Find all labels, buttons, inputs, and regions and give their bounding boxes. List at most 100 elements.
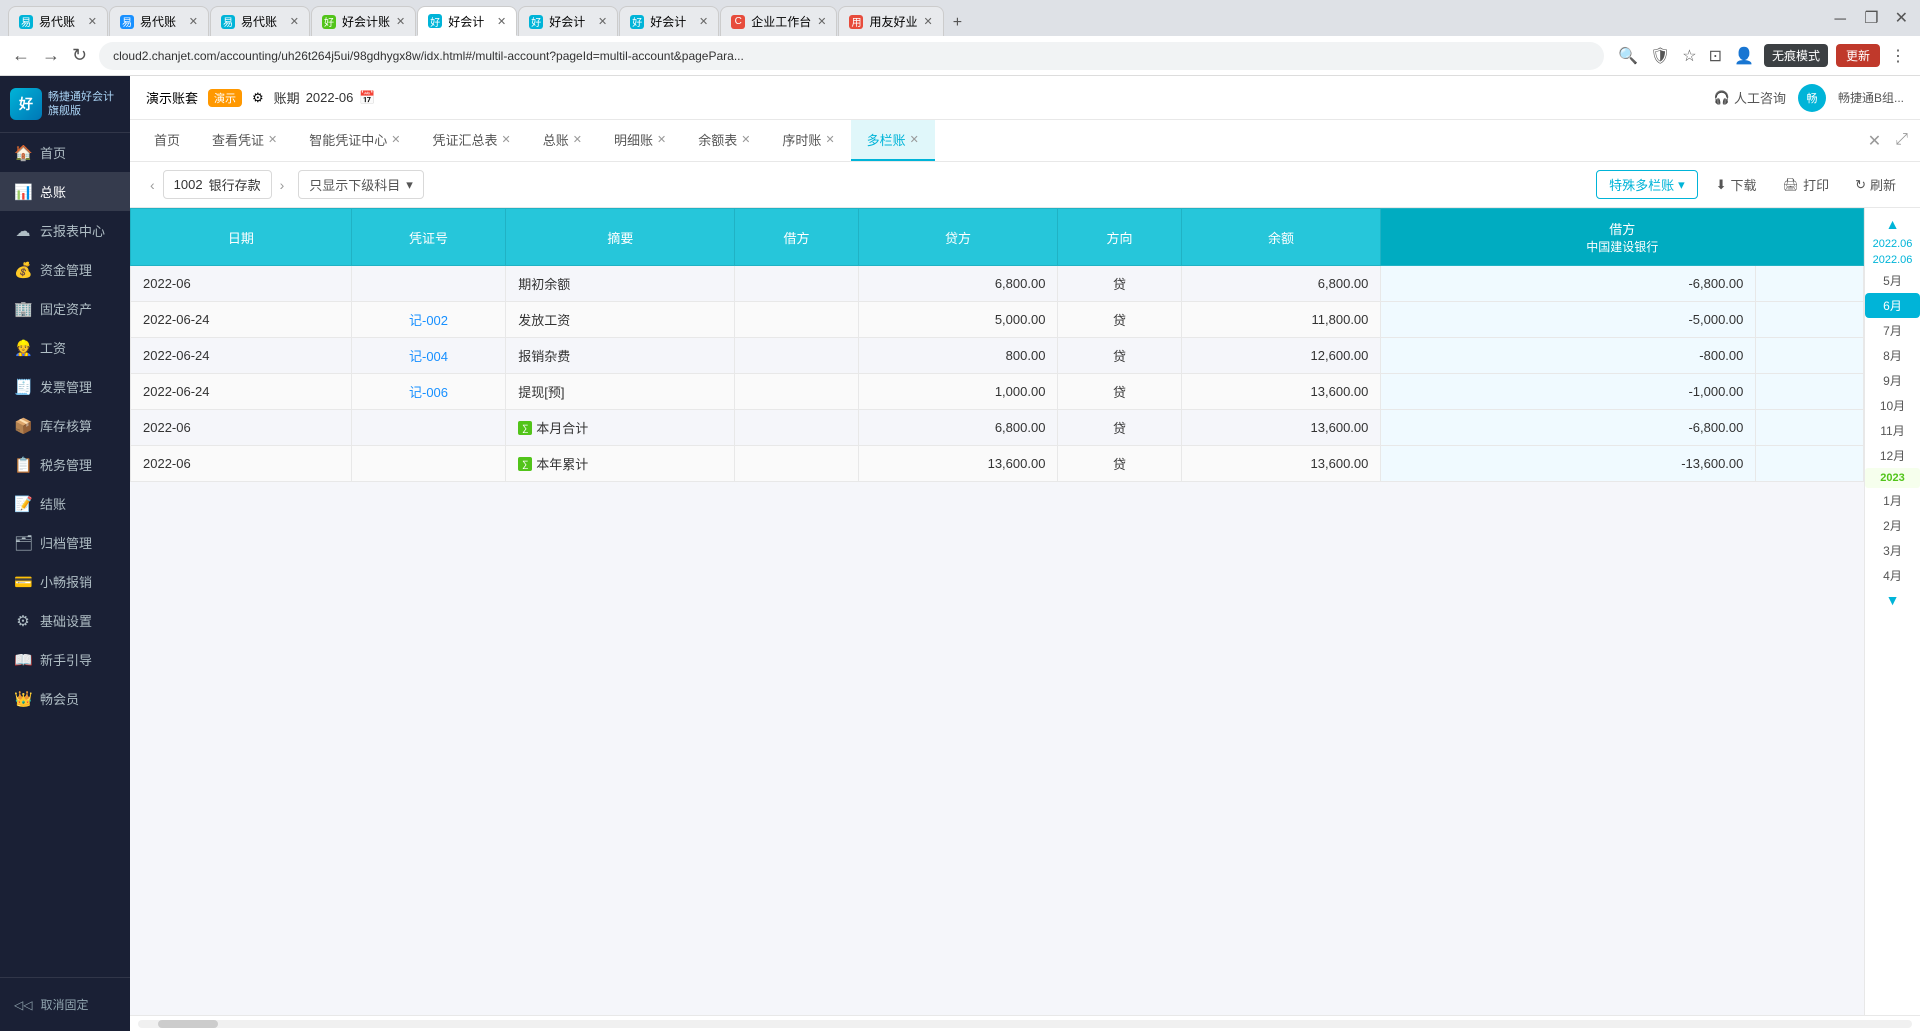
nav-tab-6[interactable]: 余额表✕ bbox=[682, 120, 766, 161]
account-selector[interactable]: 1002 银行存款 bbox=[163, 170, 272, 199]
close-browser-btn[interactable]: ✕ bbox=[1891, 4, 1912, 32]
tab-close-8[interactable]: ✕ bbox=[817, 15, 826, 28]
tab-close-7[interactable]: ✕ bbox=[699, 15, 708, 28]
voucher-link-2[interactable]: 记-004 bbox=[409, 349, 448, 364]
cal-month-11月[interactable]: 11月 bbox=[1865, 418, 1920, 443]
nav-tab-close-5[interactable]: ✕ bbox=[657, 133, 666, 146]
table-wrapper[interactable]: 日期 凭证号 摘要 借方 贷方 方向 余额 借方 中国建设银行 bbox=[130, 208, 1864, 1015]
cal-month-2023-2月[interactable]: 2月 bbox=[1865, 513, 1920, 538]
nav-tab-0[interactable]: 首页 bbox=[138, 120, 196, 161]
nav-tab-close-6[interactable]: ✕ bbox=[741, 133, 750, 146]
nav-tab-7[interactable]: 序时账✕ bbox=[766, 120, 850, 161]
nav-tab-close-7[interactable]: ✕ bbox=[825, 133, 834, 146]
sidebar-item-2[interactable]: ☁云报表中心 bbox=[0, 211, 130, 250]
browser-tab-2[interactable]: 易易代账✕ bbox=[109, 6, 209, 36]
cal-scroll-up[interactable]: ▲ bbox=[1882, 212, 1904, 236]
cal-month-6月[interactable]: 6月 bbox=[1865, 293, 1920, 318]
cal-month-10月[interactable]: 10月 bbox=[1865, 393, 1920, 418]
voucher-link-3[interactable]: 记-006 bbox=[409, 385, 448, 400]
tab-close-2[interactable]: ✕ bbox=[189, 15, 198, 28]
nav-tab-5[interactable]: 明细账✕ bbox=[598, 120, 682, 161]
tab-close-6[interactable]: ✕ bbox=[598, 15, 607, 28]
new-tab-btn[interactable]: + bbox=[945, 10, 970, 36]
sidebar-item-3[interactable]: 💰资金管理 bbox=[0, 250, 130, 289]
nav-tab-close-3[interactable]: ✕ bbox=[502, 133, 511, 146]
browser-tab-8[interactable]: C企业工作台✕ bbox=[720, 6, 837, 36]
sidebar-item-0[interactable]: 🏠首页 bbox=[0, 133, 130, 172]
cal-month-9月[interactable]: 9月 bbox=[1865, 368, 1920, 393]
incognito-btn[interactable]: 无痕模式 bbox=[1764, 44, 1828, 67]
collapse-icon[interactable]: ✕ bbox=[1864, 127, 1885, 155]
nav-tab-3[interactable]: 凭证汇总表✕ bbox=[416, 120, 526, 161]
search-icon[interactable]: 🔍 bbox=[1616, 44, 1640, 68]
nav-tab-2[interactable]: 智能凭证中心✕ bbox=[293, 120, 416, 161]
sidebar-item-7[interactable]: 📦库存核算 bbox=[0, 406, 130, 445]
sidebar-item-14[interactable]: 👑畅会员 bbox=[0, 679, 130, 718]
sidebar-item-1[interactable]: 📊总账 bbox=[0, 172, 130, 211]
cal-month-8月[interactable]: 8月 bbox=[1865, 343, 1920, 368]
sidebar-item-13[interactable]: 📖新手引导 bbox=[0, 640, 130, 679]
cal-month-2023-1月[interactable]: 1月 bbox=[1865, 488, 1920, 513]
sidebar-item-8[interactable]: 📋税务管理 bbox=[0, 445, 130, 484]
tab-close-5[interactable]: ✕ bbox=[497, 15, 506, 28]
refresh-btn[interactable]: ↻ 刷新 bbox=[1847, 171, 1904, 198]
prev-account-btn[interactable]: ‹ bbox=[146, 175, 159, 195]
subcategory-filter[interactable]: 只显示下级科目 ▾ bbox=[298, 170, 424, 199]
special-multi-btn[interactable]: 特殊多栏账 ▾ bbox=[1596, 170, 1698, 199]
extension-icon[interactable]: ⊡ bbox=[1707, 44, 1724, 68]
url-bar[interactable]: cloud2.chanjet.com/accounting/uh26t264j5… bbox=[99, 42, 1604, 70]
tab-close-1[interactable]: ✕ bbox=[88, 15, 97, 28]
tab-close-4[interactable]: ✕ bbox=[396, 15, 405, 28]
nav-tab-4[interactable]: 总账✕ bbox=[527, 120, 598, 161]
browser-tab-9[interactable]: 用用友好业✕ bbox=[838, 6, 943, 36]
nav-tab-close-4[interactable]: ✕ bbox=[573, 133, 582, 146]
tab-close-9[interactable]: ✕ bbox=[923, 15, 932, 28]
download-btn[interactable]: ⬇ 下载 bbox=[1708, 171, 1765, 198]
nav-tab-8[interactable]: 多栏账✕ bbox=[851, 120, 935, 161]
shield-icon[interactable]: 🛡 bbox=[1648, 44, 1672, 68]
help-action[interactable]: 🎧 人工咨询 bbox=[1714, 88, 1786, 107]
nav-tab-close-8[interactable]: ✕ bbox=[910, 133, 919, 146]
nav-tab-1[interactable]: 查看凭证✕ bbox=[196, 120, 293, 161]
voucher-link-1[interactable]: 记-002 bbox=[409, 313, 448, 328]
star-icon[interactable]: ☆ bbox=[1680, 44, 1698, 68]
reload-btn[interactable]: ↻ bbox=[72, 45, 87, 66]
nav-tab-close-2[interactable]: ✕ bbox=[391, 133, 400, 146]
browser-tab-7[interactable]: 好好会计✕ bbox=[619, 6, 719, 36]
cal-scroll-down[interactable]: ▼ bbox=[1882, 588, 1904, 612]
avatar[interactable]: 畅 bbox=[1798, 84, 1826, 112]
scrollbar-thumb[interactable] bbox=[158, 1020, 218, 1028]
menu-icon[interactable]: ⋮ bbox=[1888, 44, 1908, 68]
sidebar-item-12[interactable]: ⚙基础设置 bbox=[0, 601, 130, 640]
print-btn[interactable]: 🖨 打印 bbox=[1775, 171, 1838, 198]
bottom-scrollbar[interactable] bbox=[130, 1015, 1920, 1031]
cal-month-7月[interactable]: 7月 bbox=[1865, 318, 1920, 343]
nav-tab-close-1[interactable]: ✕ bbox=[268, 133, 277, 146]
browser-tab-6[interactable]: 好好会计✕ bbox=[518, 6, 618, 36]
browser-tab-5[interactable]: 好好会计✕ bbox=[417, 6, 517, 36]
cal-month-12月[interactable]: 12月 bbox=[1865, 443, 1920, 468]
next-account-btn[interactable]: › bbox=[276, 175, 289, 195]
browser-tab-1[interactable]: 易易代账✕ bbox=[8, 6, 108, 36]
tab-close-3[interactable]: ✕ bbox=[290, 15, 299, 28]
update-btn[interactable]: 更新 bbox=[1836, 44, 1880, 67]
browser-tab-4[interactable]: 好好会计账✕ bbox=[311, 6, 416, 36]
forward-btn[interactable]: → bbox=[42, 45, 60, 66]
settings-gear-icon[interactable]: ⚙ bbox=[252, 90, 264, 106]
cal-month-2023-3月[interactable]: 3月 bbox=[1865, 538, 1920, 563]
sidebar-item-4[interactable]: 🏢固定资产 bbox=[0, 289, 130, 328]
cal-month-2023-4月[interactable]: 4月 bbox=[1865, 563, 1920, 588]
sidebar-item-5[interactable]: 👷工资 bbox=[0, 328, 130, 367]
browser-tab-3[interactable]: 易易代账✕ bbox=[210, 6, 310, 36]
sidebar-item-6[interactable]: 🧾发票管理 bbox=[0, 367, 130, 406]
unpin-btn[interactable]: ◁◁ 取消固定 bbox=[0, 988, 130, 1021]
restore-btn[interactable]: ❐ bbox=[1860, 4, 1882, 32]
sidebar-item-9[interactable]: 📝结账 bbox=[0, 484, 130, 523]
expand-icon[interactable]: ⤢ bbox=[1891, 127, 1912, 155]
sidebar-item-10[interactable]: 🗂归档管理 bbox=[0, 523, 130, 562]
back-btn[interactable]: ← bbox=[12, 45, 30, 66]
calendar-icon[interactable]: 📅 bbox=[359, 90, 375, 106]
minimize-btn[interactable]: － bbox=[1828, 2, 1852, 34]
profile-icon[interactable]: 👤 bbox=[1732, 44, 1756, 68]
cal-month-5月[interactable]: 5月 bbox=[1865, 268, 1920, 293]
